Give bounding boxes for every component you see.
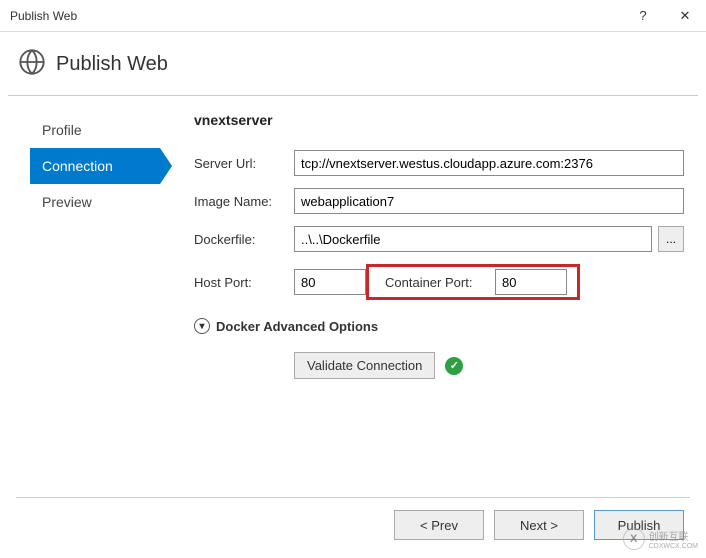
dialog-title: Publish Web <box>56 53 168 76</box>
section-title: vnextserver <box>194 112 684 128</box>
image-name-input[interactable] <box>294 188 684 214</box>
server-url-label: Server Url: <box>194 156 294 171</box>
dialog-body: Profile Connection Preview vnextserver S… <box>0 96 706 379</box>
dockerfile-label: Dockerfile: <box>194 232 294 247</box>
dialog-footer: < Prev Next > Publish <box>0 496 706 558</box>
container-port-highlight: Container Port: <box>366 264 580 300</box>
host-port-label: Host Port: <box>194 275 294 290</box>
step-connection[interactable]: Connection <box>30 148 160 184</box>
close-button[interactable]: ✕ <box>664 1 706 31</box>
help-button[interactable]: ? <box>622 1 664 31</box>
chevron-down-icon: ▾ <box>194 318 210 334</box>
dockerfile-input[interactable] <box>294 226 652 252</box>
check-icon: ✓ <box>445 357 463 375</box>
main-panel: vnextserver Server Url: Image Name: Dock… <box>160 112 706 379</box>
watermark: X 创新互联 CDXWCX.COM <box>623 528 698 550</box>
watermark-brand: 创新互联 <box>649 528 698 543</box>
container-port-label: Container Port: <box>385 275 495 290</box>
dialog-header: Publish Web <box>0 32 706 95</box>
container-port-input[interactable] <box>495 269 567 295</box>
wizard-steps: Profile Connection Preview <box>0 112 160 379</box>
validate-connection-button[interactable]: Validate Connection <box>294 352 435 379</box>
server-url-input[interactable] <box>294 150 684 176</box>
titlebar: Publish Web ? ✕ <box>0 0 706 32</box>
globe-icon <box>18 48 46 81</box>
step-profile[interactable]: Profile <box>30 112 160 148</box>
prev-button[interactable]: < Prev <box>394 510 484 540</box>
host-port-input[interactable] <box>294 269 366 295</box>
window-title: Publish Web <box>10 9 622 23</box>
watermark-sub: CDXWCX.COM <box>649 543 698 550</box>
docker-advanced-expander[interactable]: ▾ Docker Advanced Options <box>194 318 684 334</box>
watermark-logo-icon: X <box>623 528 645 550</box>
image-name-label: Image Name: <box>194 194 294 209</box>
expander-label: Docker Advanced Options <box>216 319 378 334</box>
step-preview[interactable]: Preview <box>30 184 160 220</box>
browse-button[interactable]: ... <box>658 226 684 252</box>
next-button[interactable]: Next > <box>494 510 584 540</box>
